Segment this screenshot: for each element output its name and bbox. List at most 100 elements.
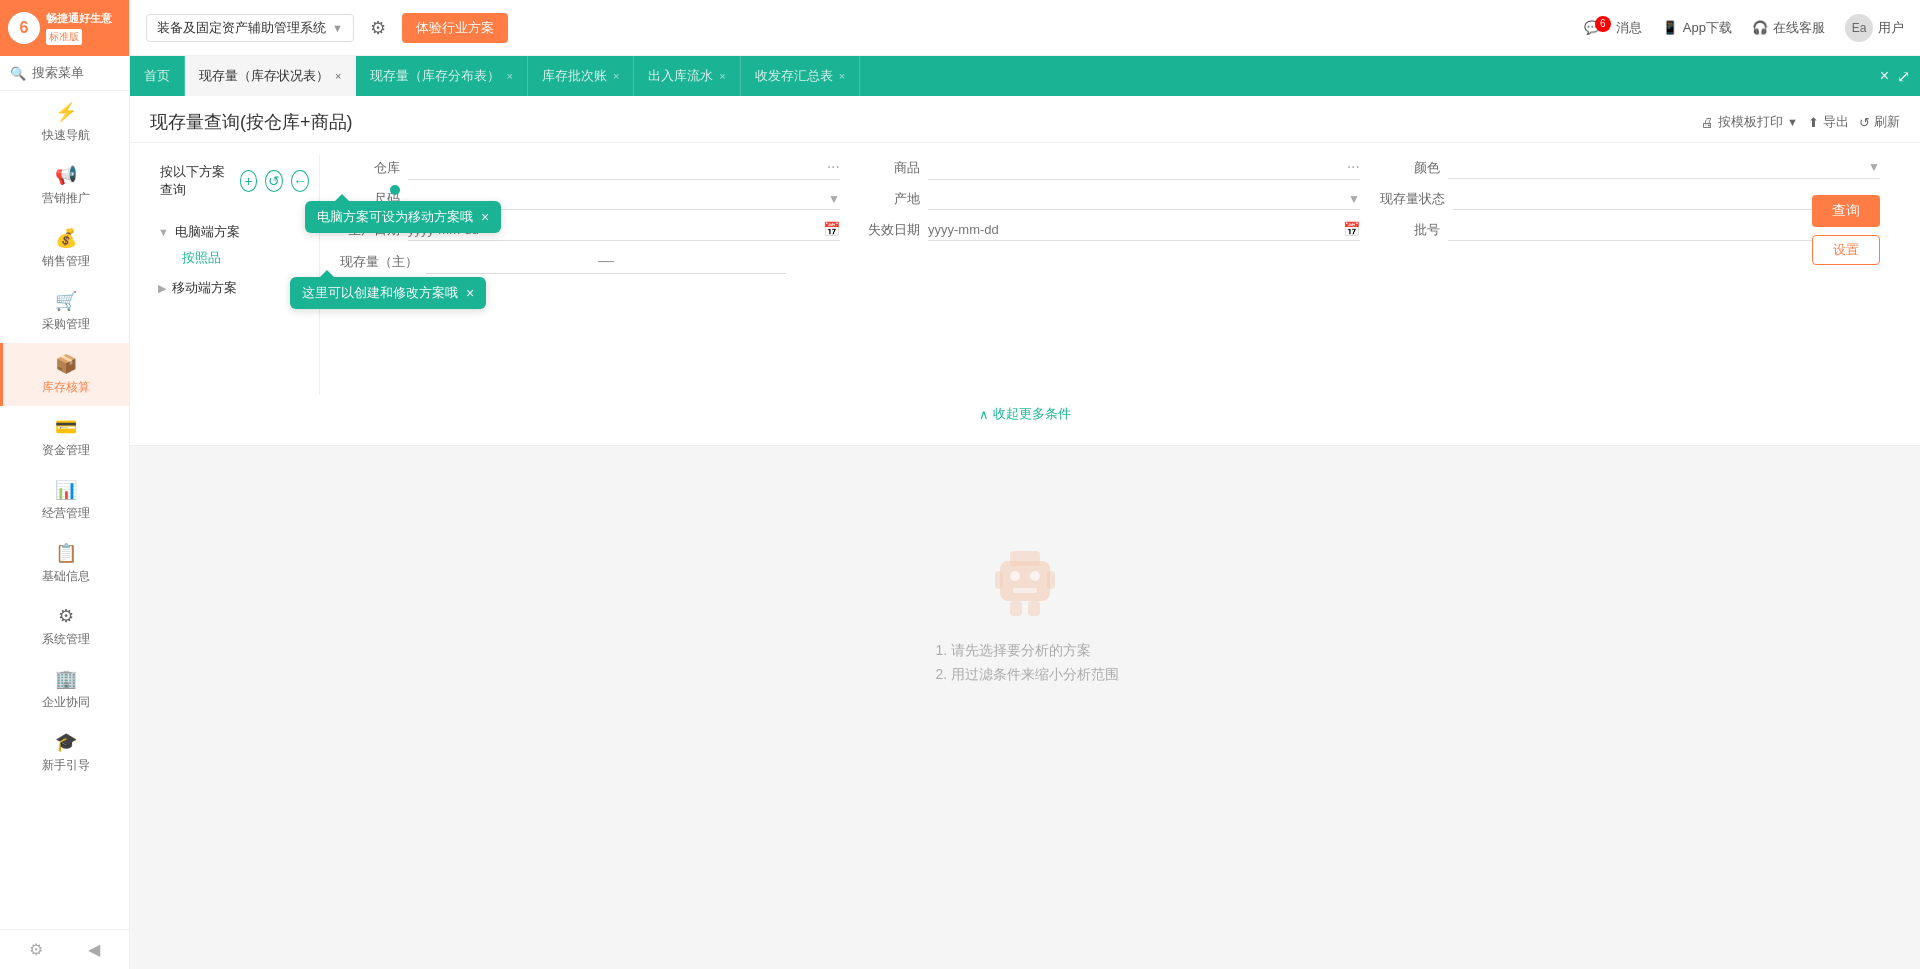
tab-batch-ledger[interactable]: 库存批次账 × [528,56,634,96]
batch-label: 批号 [1380,221,1440,239]
scheme-pc-group[interactable]: ▼ 电脑端方案 [150,219,319,245]
user-action[interactable]: Ea 用户 [1845,14,1904,42]
filter-add-btn[interactable]: + [240,170,258,192]
collapse-label: 收起更多条件 [993,405,1071,423]
sidebar-item-inventory[interactable]: 📦 库存核算 [0,343,129,406]
dropdown-icon[interactable]: ▼ [1348,192,1360,206]
sidebar-item-quick-nav[interactable]: ⚡ 快速导航 [0,91,129,154]
scheme-pc-child-label: 按照品 [182,249,221,267]
goods-input[interactable] [928,160,1343,175]
export-btn[interactable]: ⬆ 导出 [1808,113,1849,131]
close-all-tabs-btn[interactable]: × [1880,67,1889,85]
tab-home[interactable]: 首页 [130,56,185,96]
origin-input[interactable] [928,191,1344,206]
system-selector-label: 装备及固定资产辅助管理系统 [157,19,326,37]
tab-inventory-status[interactable]: 现存量（库存状况表） × [185,56,356,96]
logo-line1: 畅捷通好生意 [46,11,112,26]
tooltip-pc-close-btn[interactable]: × [481,209,489,225]
search-label: 搜索菜单 [32,64,84,82]
basic-label: 基础信息 [42,568,90,585]
message-action[interactable]: 💬 6 消息 [1584,19,1642,37]
filter-refresh-btn[interactable]: ↺ [265,170,283,192]
sidebar-search[interactable]: 🔍 搜索菜单 [0,56,129,91]
tab-collect-summary-label: 收发存汇总表 [755,67,833,85]
filter-label: 按以下方案查询 [160,163,232,199]
trial-btn[interactable]: 体验行业方案 [402,13,508,43]
qty-main-from: — [426,249,786,274]
support-action[interactable]: 🎧 在线客服 [1752,19,1825,37]
inventory-status-input[interactable] [1453,191,1864,206]
sidebar-item-guide[interactable]: 🎓 新手引导 [0,721,129,784]
tab-inventory-dist[interactable]: 现存量（库存分布表） × [356,56,527,96]
qty-main-label: 现存量（主） [340,253,418,271]
sidebar-item-basic[interactable]: 📋 基础信息 [0,532,129,595]
refresh-btn[interactable]: ↺ 刷新 [1859,113,1900,131]
tooltip-pc: 电脑方案可设为移动方案哦 × [305,201,501,233]
qty-main-field: 现存量（主） — [340,249,786,274]
sidebar-item-sales[interactable]: 💰 销售管理 [0,217,129,280]
footer-collapse-btn[interactable]: ◀ [88,940,100,959]
sidebar-item-enterprise[interactable]: 🏢 企业协同 [0,658,129,721]
dots-icon[interactable]: ··· [827,158,840,176]
tab-close-icon[interactable]: × [613,70,619,82]
settings-btn[interactable]: 设置 [1812,235,1880,265]
page-header: 现存量查询(按仓库+商品) 🖨 按模板打印 ▼ ⬆ 导出 ↺ 刷新 [130,96,1920,143]
tab-close-icon[interactable]: × [839,70,845,82]
tab-close-icon[interactable]: × [335,70,341,82]
purchase-icon: 🛒 [55,290,77,312]
warehouse-label: 仓库 [340,159,400,177]
filter-row-3: 生产日期 📅 失效日期 📅 [340,218,1880,241]
tooltip-scheme-close-btn[interactable]: × [466,285,474,301]
expire-date-control: 📅 [928,218,1360,241]
print-btn[interactable]: 🖨 按模板打印 ▼ [1701,113,1798,131]
scheme-pc-child-1[interactable]: 按照品 [174,245,319,271]
sidebar-item-finance[interactable]: 💳 资金管理 [0,406,129,469]
enterprise-label: 企业协同 [42,694,90,711]
filter-header: 按以下方案查询 + ↺ ← [150,163,319,207]
footer-settings-btn[interactable]: ⚙ [29,940,43,959]
color-control: ▼ [1448,157,1880,179]
sidebar-item-operation[interactable]: 📊 经营管理 [0,469,129,532]
sidebar-item-marketing[interactable]: 📢 营销推广 [0,154,129,217]
dropdown-icon[interactable]: ▼ [1868,160,1880,174]
content-area: 现存量查询(按仓库+商品) 🖨 按模板打印 ▼ ⬆ 导出 ↺ 刷新 [130,96,1920,969]
maximize-btn[interactable]: ⤢ [1897,67,1910,86]
inventory-status-field: 现存量状态 ▼ [1380,188,1880,210]
app-download-action[interactable]: 📱 App下载 [1662,19,1732,37]
goods-label: 商品 [860,159,920,177]
sidebar-item-purchase[interactable]: 🛒 采购管理 [0,280,129,343]
support-label: 在线客服 [1773,19,1825,37]
quick-nav-icon: ⚡ [55,101,77,123]
qty-main-from-input[interactable] [426,254,594,269]
filter-back-btn[interactable]: ← [291,170,309,192]
tab-close-icon[interactable]: × [719,70,725,82]
empty-step1: 请先选择要分析的方案 [951,642,1119,660]
dropdown-icon[interactable]: ▼ [828,192,840,206]
dots-icon[interactable]: ··· [1347,158,1360,176]
calendar-icon[interactable]: 📅 [1343,221,1360,237]
qty-main-to-input[interactable] [618,254,786,269]
system-selector[interactable]: 装备及固定资产辅助管理系统 ▼ [146,14,354,42]
empty-text: 请先选择要分析的方案 用过滤条件来缩小分析范围 [931,642,1119,690]
expire-date-input[interactable] [928,222,1339,237]
tab-inventory-dist-label: 现存量（库存分布表） [370,67,500,85]
user-label: 用户 [1878,19,1904,37]
expire-date-field: 失效日期 📅 [860,218,1360,241]
settings-icon[interactable]: ⚙ [370,17,386,39]
main-area: 装备及固定资产辅助管理系统 ▼ ⚙ 体验行业方案 💬 6 消息 📱 App下载 … [130,0,1920,969]
collapse-btn[interactable]: ∧ 收起更多条件 [150,395,1900,433]
expire-date-label: 失效日期 [860,221,920,239]
print-label: 按模板打印 [1718,113,1783,131]
tab-close-icon[interactable]: × [506,70,512,82]
sidebar-item-system[interactable]: ⚙ 系统管理 [0,595,129,658]
color-input[interactable] [1448,160,1864,175]
calendar-icon[interactable]: 📅 [823,221,840,237]
warehouse-control: ··· [408,155,840,180]
query-btn[interactable]: 查询 [1812,195,1880,227]
tab-collect-summary[interactable]: 收发存汇总表 × [741,56,860,96]
tab-in-out-flow[interactable]: 出入库流水 × [634,56,740,96]
warehouse-input[interactable] [408,160,823,175]
sales-label: 销售管理 [42,253,90,270]
filter-row-2: 尺码 ▼ 产地 ▼ [340,188,1880,210]
svg-rect-7 [1010,601,1022,616]
